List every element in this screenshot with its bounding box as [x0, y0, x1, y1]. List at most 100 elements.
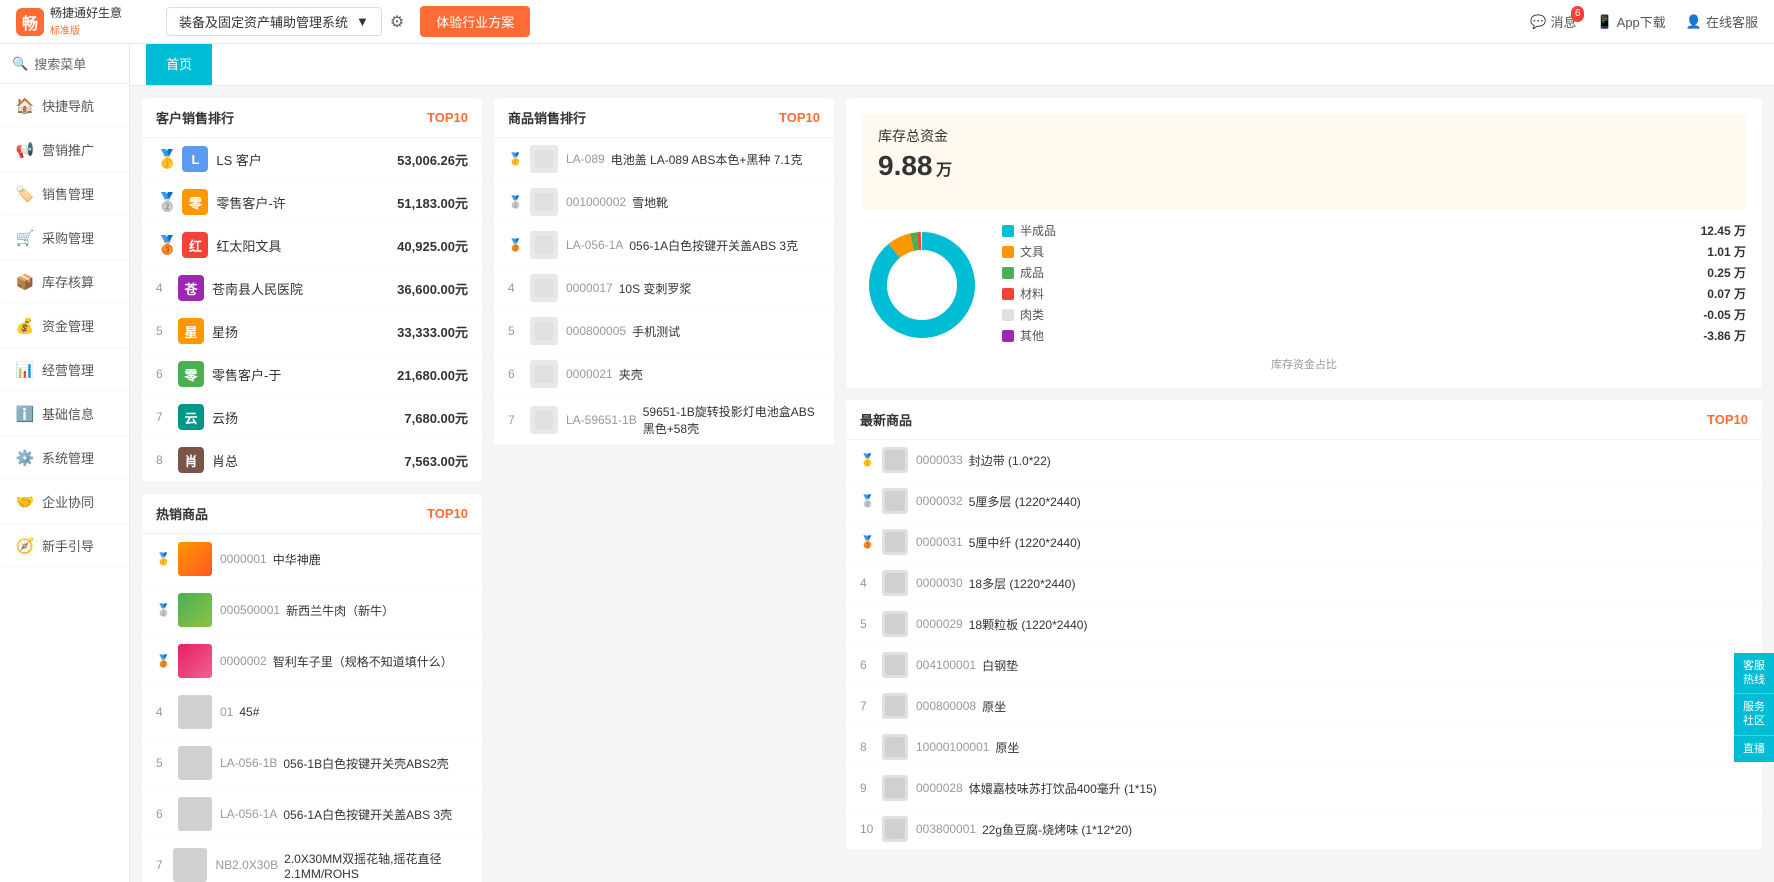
- sidebar-item-collab[interactable]: 🤝 企业协同: [0, 480, 129, 524]
- customer-ranking-col: 客户销售排行 TOP10 🥇 L LS 客户 53,006.26元 🥈 零: [142, 98, 482, 882]
- hot-name-6: 056-1A白色按键开关盖ABS 3壳: [283, 806, 452, 823]
- prod-name-3: 056-1A白色按键开关盖ABS 3克: [629, 237, 820, 254]
- list-item: 7 000800008 原坐: [846, 686, 1762, 727]
- online-service-button[interactable]: 👤 在线客服: [1686, 12, 1758, 31]
- system-icon: ⚙️: [16, 449, 34, 467]
- tab-home[interactable]: 首页: [146, 44, 212, 85]
- sidebar-item-system[interactable]: ⚙️ 系统管理: [0, 436, 129, 480]
- product-ranking-col: 商品销售排行 TOP10 🥇 LA-089 电池盖 LA-089 ABS本色+黑…: [494, 98, 834, 882]
- new-code-10: 003800001: [916, 822, 976, 836]
- hot-rank-5: 5: [156, 756, 178, 770]
- medal-1-icon: 🥇: [156, 149, 178, 170]
- list-item: 🥇 LA-089 电池盖 LA-089 ABS本色+黑种 7.1克: [494, 138, 834, 181]
- info-icon: ℹ️: [16, 405, 34, 423]
- inventory-icon: 📦: [16, 273, 34, 291]
- gear-icon[interactable]: ⚙: [390, 12, 404, 32]
- legend-value-4: -0.05 万: [1703, 306, 1746, 323]
- hot-code-3: 0000002: [220, 654, 267, 668]
- new-img-5: [882, 611, 908, 637]
- new-products-header: 最新商品 TOP10: [846, 400, 1762, 440]
- product-ranking-title: 商品销售排行: [508, 108, 586, 127]
- new-name-2: 5厘多层 (1220*2440): [969, 493, 1081, 510]
- message-button[interactable]: 💬 消息 6: [1530, 12, 1576, 31]
- hot-img-6: [178, 797, 212, 831]
- sidebar-search[interactable]: 🔍 搜索菜单: [0, 44, 129, 84]
- sidebar-item-inventory[interactable]: 📦 库存核算: [0, 260, 129, 304]
- sidebar-item-quick-nav[interactable]: 🏠 快捷导航: [0, 84, 129, 128]
- hot-products-list: 🥇 0000001 中华神鹿 🥈 000500001 新西兰牛肉（新牛） 🥉: [142, 534, 482, 882]
- prod-img-7: [530, 406, 558, 434]
- float-buttons: 客服热线 服务社区 直播: [1734, 653, 1774, 762]
- list-item: 🥈 0000032 5厘多层 (1220*2440): [846, 481, 1762, 522]
- sidebar-item-finance[interactable]: 💰 资金管理: [0, 304, 129, 348]
- main-content: 首页 客户销售排行 TOP10 🥇 L LS 客户 53,006.26元: [130, 44, 1774, 882]
- hot-img-1: [178, 542, 212, 576]
- float-btn-community[interactable]: 服务社区: [1734, 694, 1774, 736]
- prod-name-5: 手机测试: [632, 323, 820, 340]
- inventory-unit: 万: [936, 162, 952, 179]
- legend-dot-4: [1002, 309, 1014, 321]
- app-icon: 📱: [1596, 14, 1612, 30]
- donut-chart: [862, 225, 982, 345]
- new-rank-4: 4: [860, 576, 882, 590]
- logo-icon: 畅: [16, 8, 44, 36]
- app-download-button[interactable]: 📱 App下载: [1596, 12, 1665, 31]
- sidebar-item-operations[interactable]: 📊 经营管理: [0, 348, 129, 392]
- new-rank-6: 6: [860, 658, 882, 672]
- system-selector[interactable]: 装备及固定资产辅助管理系统 ▼: [166, 7, 382, 36]
- legend-dot-3: [1002, 288, 1014, 300]
- customer-badge-5: 星: [178, 318, 204, 344]
- table-row: 🥈 零 零售客户-许 51,183.00元: [142, 181, 482, 224]
- hot-img-3: [178, 644, 212, 678]
- new-img-4: [882, 570, 908, 596]
- table-row: 6 零 零售客户-于 21,680.00元: [142, 353, 482, 396]
- hot-rank-1: 🥇: [156, 552, 178, 566]
- customer-name-2: 零售客户-许: [216, 193, 397, 212]
- table-row: 4 苍 苍南县人民医院 36,600.00元: [142, 267, 482, 310]
- table-row: 8 肖 肖总 7,563.00元: [142, 439, 482, 482]
- hot-code-4: 01: [220, 705, 233, 719]
- hot-img-4: [178, 695, 212, 729]
- sidebar-item-guide[interactable]: 🧭 新手引导: [0, 524, 129, 568]
- customer-badge-4: 苍: [178, 275, 204, 301]
- customer-name-5: 星扬: [212, 322, 397, 341]
- inventory-total: 9.88 万: [878, 150, 1730, 182]
- new-img-7: [882, 693, 908, 719]
- hot-code-6: LA-056-1A: [220, 807, 277, 821]
- trial-button[interactable]: 体验行业方案: [420, 6, 530, 37]
- legend-label-4: 肉类: [1020, 306, 1044, 323]
- customer-name-4: 苍南县人民医院: [212, 279, 397, 298]
- list-item: 🥇 0000001 中华神鹿: [142, 534, 482, 585]
- purchase-icon: 🛒: [16, 229, 34, 247]
- inventory-pct-label: 库存资金占比: [862, 356, 1746, 372]
- hot-name-1: 中华神鹿: [273, 551, 321, 568]
- hot-code-1: 0000001: [220, 552, 267, 566]
- hot-rank-2: 🥈: [156, 603, 178, 617]
- sidebar-item-purchase[interactable]: 🛒 采购管理: [0, 216, 129, 260]
- sidebar-item-basic-info[interactable]: ℹ️ 基础信息: [0, 392, 129, 436]
- prod-name-1: 电池盖 LA-089 ABS本色+黑种 7.1克: [611, 151, 820, 168]
- sidebar-label-7: 基础信息: [42, 404, 94, 423]
- prod-rank-5: 5: [508, 324, 530, 338]
- sidebar-label-2: 销售管理: [42, 184, 94, 203]
- prod-rank-1: 🥇: [508, 152, 530, 166]
- prod-rank-2: 🥈: [508, 195, 530, 209]
- prod-img-5: [530, 317, 558, 345]
- new-code-5: 0000029: [916, 617, 963, 631]
- inventory-amount: 9.88: [878, 150, 933, 181]
- list-item: 🥉 0000002 智利车子里（规格不知道填什么）: [142, 636, 482, 687]
- sidebar-item-marketing[interactable]: 📢 营销推广: [0, 128, 129, 172]
- list-item: 🥉 0000031 5厘中纤 (1220*2440): [846, 522, 1762, 563]
- prod-code-3: LA-056-1A: [566, 238, 623, 252]
- sidebar-item-sales[interactable]: 🏷️ 销售管理: [0, 172, 129, 216]
- customer-name-3: 红太阳文具: [216, 236, 397, 255]
- new-img-9: [882, 775, 908, 801]
- customer-rank-table: 🥇 L LS 客户 53,006.26元 🥈 零 零售客户-许 51,183.0…: [142, 138, 482, 482]
- legend-row-1: 文具 1.01 万: [1002, 243, 1746, 260]
- new-code-1: 0000033: [916, 453, 963, 467]
- hot-top10-label: TOP10: [427, 506, 468, 521]
- float-btn-live[interactable]: 直播: [1734, 736, 1774, 762]
- customer-amount-1: 53,006.26元: [397, 150, 468, 169]
- customer-top10-label: TOP10: [427, 110, 468, 125]
- float-btn-service[interactable]: 客服热线: [1734, 653, 1774, 695]
